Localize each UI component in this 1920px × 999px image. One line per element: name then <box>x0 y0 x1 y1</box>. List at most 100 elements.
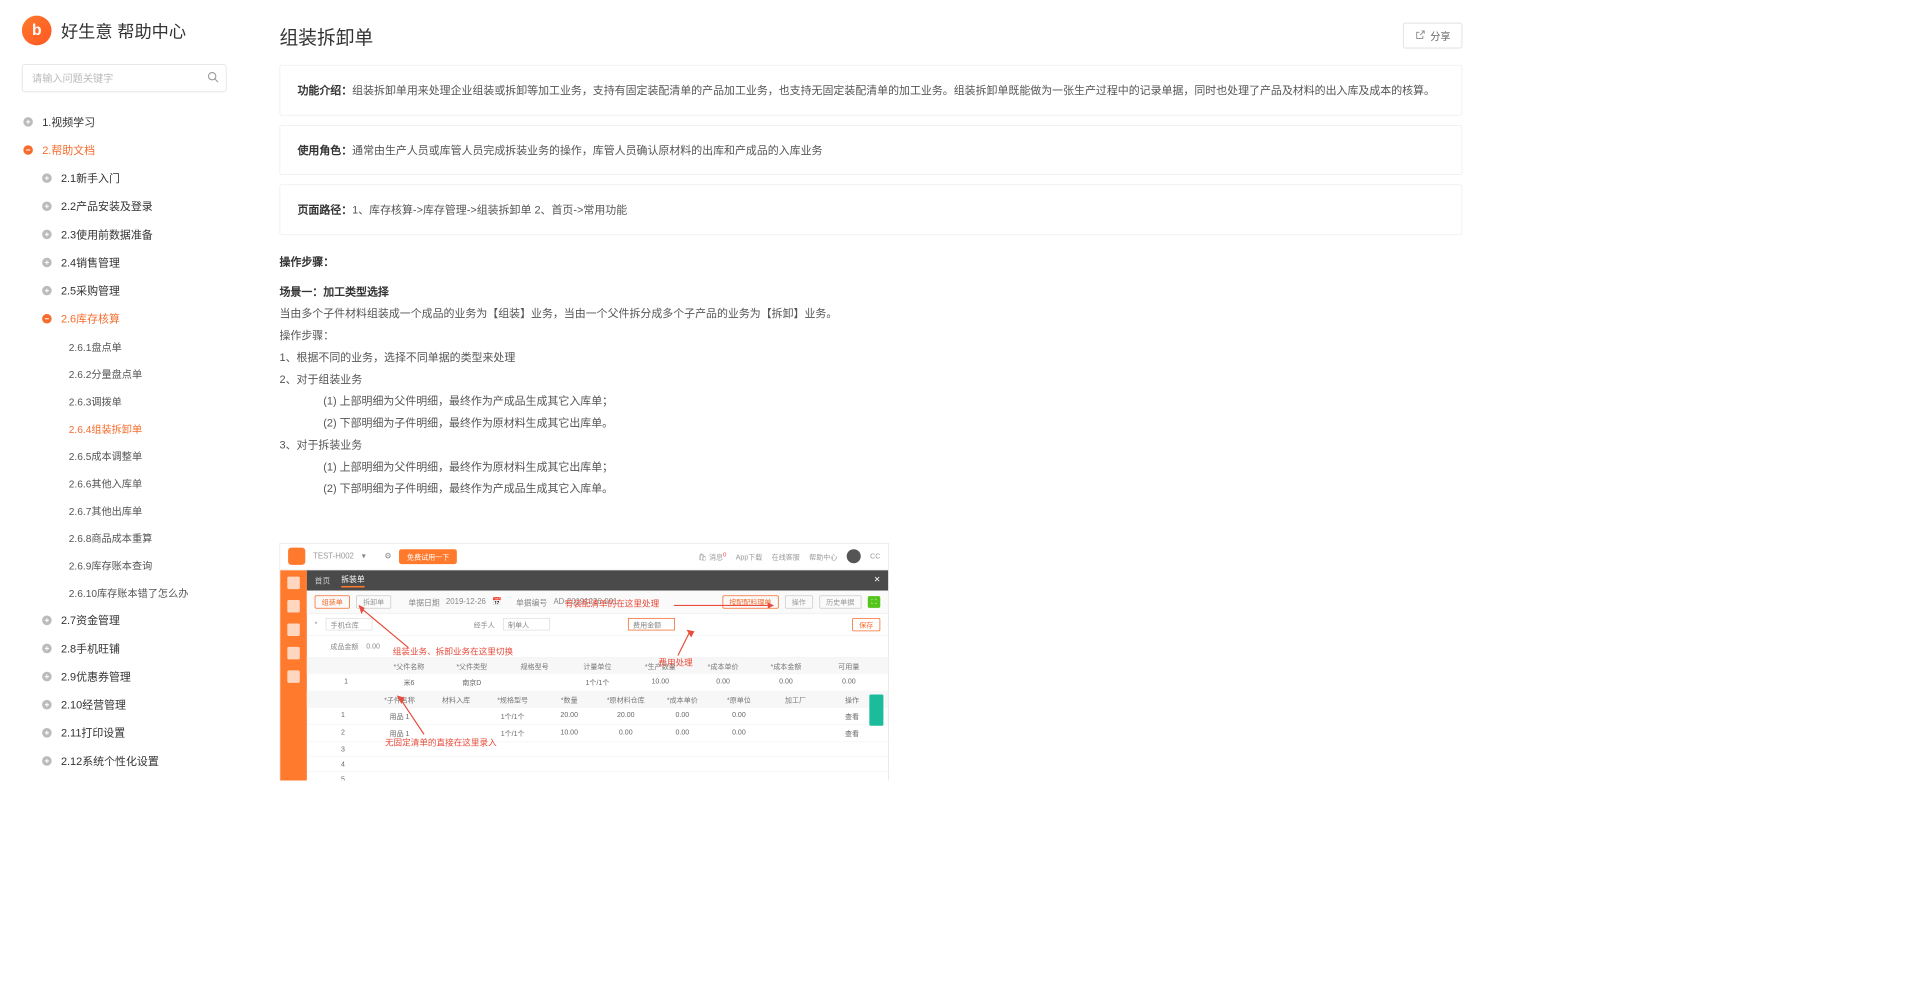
nav-2-13[interactable]: 2.13在线支付 <box>22 775 227 780</box>
nav-2-6-7[interactable]: 2.6.7其他出库单 <box>22 497 227 524</box>
nav-2-9[interactable]: 2.9优惠券管理 <box>22 663 227 691</box>
ss-op-btn: 操作 <box>785 595 813 608</box>
brand: b 好生意 帮助中心 <box>22 16 227 46</box>
ss-tabs: 首页 拆装单 ✕ <box>307 570 888 590</box>
nav-2-1[interactable]: 2.1新手入门 <box>22 164 227 192</box>
ss-child-row: 5 <box>307 772 888 781</box>
intro-label: 功能介绍： <box>298 84 353 97</box>
minus-icon <box>22 144 35 157</box>
nav-2-6-3[interactable]: 2.6.3调拨单 <box>22 388 227 415</box>
ss-handler-lbl: 经手人 <box>474 619 495 629</box>
box-icon <box>288 647 301 660</box>
plus-icon <box>41 256 54 269</box>
ss-expand-icon: ⛶ <box>868 596 881 608</box>
brand-title: 好生意 帮助中心 <box>61 18 186 43</box>
nav-label: 2.帮助文档 <box>42 142 95 158</box>
sidebar: b 好生意 帮助中心 1.视频学习 2.帮助文档 2.1新手入门 2.2产品安装… <box>0 0 242 780</box>
search-icon[interactable] <box>207 71 219 85</box>
ss-tab-home: 首页 <box>315 574 331 586</box>
nav-label: 2.6.6其他入库单 <box>69 476 142 491</box>
ss-tab-form: 拆装单 <box>341 573 364 588</box>
nav-label: 2.8手机旺铺 <box>61 641 120 657</box>
intro-text: 组装拆卸单用来处理企业组装或拆卸等加工业务，支持有固定装配清单的产品加工业务，也… <box>352 84 1435 97</box>
step-2-1: (1) 上部明细为父件明细，最终作为产成品生成其它入库单； <box>280 390 1463 412</box>
avatar-icon <box>847 549 861 563</box>
nav-label: 2.1新手入门 <box>61 170 120 186</box>
plus-icon <box>41 200 54 213</box>
share-label: 分享 <box>1430 28 1450 43</box>
plus-icon <box>41 642 54 655</box>
arrow-icon <box>393 695 440 739</box>
nav-docs[interactable]: 2.帮助文档 <box>22 136 227 164</box>
nav-label: 2.9优惠券管理 <box>61 669 131 685</box>
nav-label: 2.6.4组装拆卸单 <box>69 421 142 436</box>
steps-content: 操作步骤： 场景一：加工类型选择 当由多个子件材料组装成一个成品的业务为【组装】… <box>242 244 1500 530</box>
ss-cs: 在线客服 <box>772 551 800 561</box>
nav-2-12[interactable]: 2.12系统个性化设置 <box>22 747 227 775</box>
nav-2-3[interactable]: 2.3使用前数据准备 <box>22 220 227 248</box>
ss-child-row: 4 <box>307 757 888 772</box>
nav-2-6-4[interactable]: 2.6.4组装拆卸单 <box>22 415 227 442</box>
ss-date: 2019-12-26 <box>446 597 486 606</box>
nav-2-7[interactable]: 2.7资金管理 <box>22 606 227 634</box>
ss-parent-row: 1米6南京D1个/1个10.000.000.000.00 <box>307 674 888 691</box>
share-button[interactable]: 分享 <box>1403 23 1462 49</box>
nav-2-6-2[interactable]: 2.6.2分量盘点单 <box>22 360 227 387</box>
nav-2-8[interactable]: 2.8手机旺铺 <box>22 634 227 662</box>
nav-label: 2.6.7其他出库单 <box>69 503 142 518</box>
nav-label: 2.6.3调拨单 <box>69 394 122 409</box>
chevron-down-icon: ▾ <box>362 552 366 561</box>
nav-2-10[interactable]: 2.10经营管理 <box>22 691 227 719</box>
role-card: 使用角色：通常由生产人员或库管人员完成拆装业务的操作，库管人员确认原材料的出库和… <box>280 125 1463 175</box>
home-icon <box>288 576 301 589</box>
nav-label: 2.6.10库存账本错了怎么办 <box>69 585 189 600</box>
cart-icon <box>288 623 301 636</box>
ss-save: 保存 <box>852 618 880 631</box>
plus-icon <box>41 614 54 627</box>
step-2: 2、对于组装业务 <box>280 368 1463 390</box>
plus-icon <box>41 727 54 740</box>
nav-2-6-5[interactable]: 2.6.5成本调整单 <box>22 442 227 469</box>
ss-fee: 费用金额 <box>628 618 675 631</box>
main-content: 组装拆卸单 分享 功能介绍：组装拆卸单用来处理企业组装或拆卸等加工业务，支持有固… <box>242 0 1500 780</box>
nav-2-6-10[interactable]: 2.6.10库存账本错了怎么办 <box>22 579 227 606</box>
nav-2-5[interactable]: 2.5采购管理 <box>22 277 227 305</box>
nav-label: 2.10经营管理 <box>61 697 126 713</box>
page-title: 组装拆卸单 <box>280 22 374 49</box>
search-input[interactable] <box>22 64 227 92</box>
nav-2-11[interactable]: 2.11打印设置 <box>22 719 227 747</box>
nav-2-4[interactable]: 2.4销售管理 <box>22 248 227 276</box>
arrow-icon <box>354 605 417 652</box>
ss-testid: TEST-H002 <box>313 552 354 561</box>
nav-video[interactable]: 1.视频学习 <box>22 108 227 136</box>
plus-icon <box>41 228 54 241</box>
nav-2-6-6[interactable]: 2.6.6其他入库单 <box>22 470 227 497</box>
arrow-icon <box>674 628 705 659</box>
ss-parent-header: *父件名称*父件类型规格型号计量单位*生产数量*成本单价*成本金额可用量 <box>307 658 888 674</box>
search-box <box>22 64 227 92</box>
ss-history-btn: 历史单据 <box>819 595 861 608</box>
plus-icon <box>41 284 54 297</box>
plus-icon <box>41 698 54 711</box>
close-icon: ✕ <box>874 576 881 585</box>
step-1: 1、根据不同的业务，选择不同单据的类型来处理 <box>280 346 1463 368</box>
nav-2-2[interactable]: 2.2产品安装及登录 <box>22 192 227 220</box>
embedded-screenshot: TEST-H002 ▾ ⚙ 免费试用一下 🛍 消息0 App下载 在线客服 帮助… <box>280 543 889 781</box>
share-icon <box>1415 29 1426 42</box>
ss-app: App下载 <box>736 551 763 561</box>
minus-icon <box>41 313 54 326</box>
step-3-2: (2) 下部明细为子件明细，最终作为产成品生成其它入库单。 <box>280 477 1463 499</box>
plus-icon <box>41 670 54 683</box>
nav-2-6-8[interactable]: 2.6.8商品成本重算 <box>22 524 227 551</box>
nav-label: 2.3使用前数据准备 <box>61 227 153 243</box>
nav-2-6-9[interactable]: 2.6.9库存账本查询 <box>22 552 227 579</box>
nav-label: 2.6.1盘点单 <box>69 339 122 354</box>
nav-2-6-1[interactable]: 2.6.1盘点单 <box>22 333 227 360</box>
nav-label: 2.7资金管理 <box>61 613 120 629</box>
ss-user: CC <box>870 553 880 561</box>
calendar-icon: 📅 <box>492 597 502 606</box>
role-label: 使用角色： <box>298 143 353 156</box>
nav-2-6[interactable]: 2.6库存核算 <box>22 305 227 333</box>
nav-label: 2.6.2分量盘点单 <box>69 366 142 381</box>
role-text: 通常由生产人员或库管人员完成拆装业务的操作，库管人员确认原材料的出库和产成品的入… <box>352 143 822 156</box>
